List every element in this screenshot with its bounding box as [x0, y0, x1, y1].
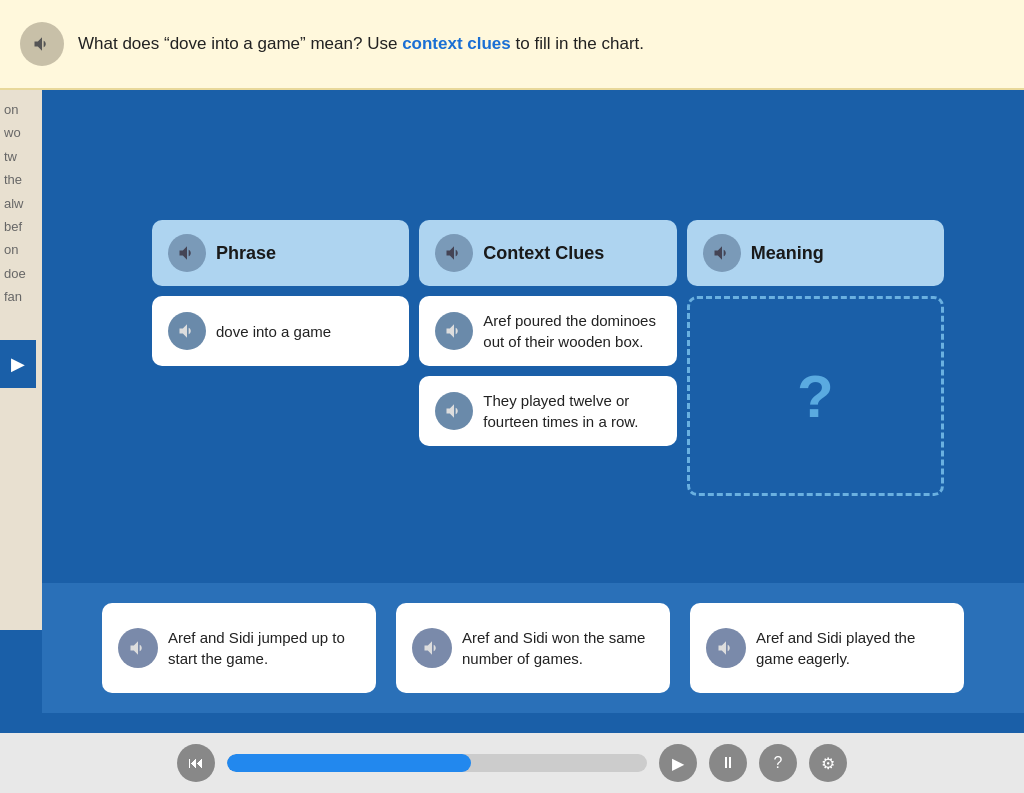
context-clue-1-text: Aref poured the dominoes out of their wo… — [483, 310, 660, 352]
answer-card-1[interactable]: Aref and Sidi jumped up to start the gam… — [102, 603, 376, 693]
speaker-icon — [177, 243, 197, 263]
speaker-icon — [712, 243, 732, 263]
sidebar-word: bef — [4, 215, 38, 238]
speaker-icon — [422, 638, 442, 658]
forward-icon: ▶ — [672, 754, 684, 773]
answer-options-bar: Aref and Sidi jumped up to start the gam… — [42, 583, 1024, 713]
context-clue-2-speaker[interactable] — [435, 392, 473, 430]
answer-card-3[interactable]: Aref and Sidi played the game eagerly. — [690, 603, 964, 693]
back-to-start-icon: ⏮ — [188, 754, 204, 772]
meaning-column: ? — [687, 296, 944, 496]
answer-3-speaker[interactable] — [706, 628, 746, 668]
sidebar-word: wo — [4, 121, 38, 144]
sidebar-word: fan — [4, 285, 38, 308]
sidebar-word: the — [4, 168, 38, 191]
meaning-header-label: Meaning — [751, 243, 824, 264]
phrase-header: Phrase — [152, 220, 409, 286]
meaning-header-speaker[interactable] — [703, 234, 741, 272]
instruction-speaker-button[interactable] — [20, 22, 64, 66]
context-clues-header: Context Clues — [419, 220, 676, 286]
sidebar-word: on — [4, 98, 38, 121]
speaker-icon — [177, 321, 197, 341]
context-clues-header-label: Context Clues — [483, 243, 604, 264]
forward-button[interactable]: ▶ — [659, 744, 697, 782]
phrase-cell-speaker[interactable] — [168, 312, 206, 350]
instruction-text: What does “dove into a game” mean? Use c… — [78, 31, 644, 57]
instruction-bar: What does “dove into a game” mean? Use c… — [0, 0, 1024, 90]
context-clues-header-speaker[interactable] — [435, 234, 473, 272]
left-arrow-button[interactable] — [0, 340, 36, 388]
sidebar-word: tw — [4, 145, 38, 168]
progress-bar-container — [227, 754, 647, 772]
sidebar-word: doe — [4, 262, 38, 285]
context-clue-1-speaker[interactable] — [435, 312, 473, 350]
speaker-icon — [444, 321, 464, 341]
answer-1-text: Aref and Sidi jumped up to start the gam… — [168, 627, 360, 669]
phrase-column: dove into a game — [152, 296, 409, 496]
answer-card-2[interactable]: Aref and Sidi won the same number of gam… — [396, 603, 670, 693]
chart-container: Phrase Context Clues Meaning — [152, 220, 944, 496]
settings-button[interactable]: ⚙ — [809, 744, 847, 782]
phrase-text: dove into a game — [216, 321, 331, 342]
context-clues-column: Aref poured the dominoes out of their wo… — [419, 296, 676, 496]
help-button[interactable]: ? — [759, 744, 797, 782]
phrase-header-label: Phrase — [216, 243, 276, 264]
progress-bar-fill — [227, 754, 471, 772]
pause-button[interactable]: ⏸ — [709, 744, 747, 782]
speaker-icon — [444, 401, 464, 421]
toolbar: ⏮ ▶ ⏸ ? ⚙ — [0, 733, 1024, 793]
answer-1-speaker[interactable] — [118, 628, 158, 668]
pause-icon: ⏸ — [720, 754, 736, 772]
sidebar-word: alw — [4, 192, 38, 215]
meaning-header: Meaning — [687, 220, 944, 286]
back-to-start-button[interactable]: ⏮ — [177, 744, 215, 782]
context-clue-2-text: They played twelve or fourteen times in … — [483, 390, 660, 432]
answer-2-speaker[interactable] — [412, 628, 452, 668]
speaker-icon — [444, 243, 464, 263]
phrase-cell: dove into a game — [152, 296, 409, 366]
settings-icon: ⚙ — [821, 754, 835, 773]
headers-row: Phrase Context Clues Meaning — [152, 220, 944, 286]
answer-3-text: Aref and Sidi played the game eagerly. — [756, 627, 948, 669]
context-clue-cell-2: They played twelve or fourteen times in … — [419, 376, 676, 446]
meaning-question-mark: ? — [797, 362, 834, 431]
context-clue-cell-1: Aref poured the dominoes out of their wo… — [419, 296, 676, 366]
speaker-icon — [716, 638, 736, 658]
sidebar-word: on — [4, 238, 38, 261]
context-clues-link[interactable]: context clues — [402, 34, 511, 53]
speaker-icon — [128, 638, 148, 658]
phrase-header-speaker[interactable] — [168, 234, 206, 272]
meaning-drop-zone[interactable]: ? — [687, 296, 944, 496]
data-rows: dove into a game Aref poured the dominoe… — [152, 296, 944, 496]
answer-2-text: Aref and Sidi won the same number of gam… — [462, 627, 654, 669]
help-icon: ? — [774, 754, 783, 772]
speaker-icon — [32, 34, 52, 54]
